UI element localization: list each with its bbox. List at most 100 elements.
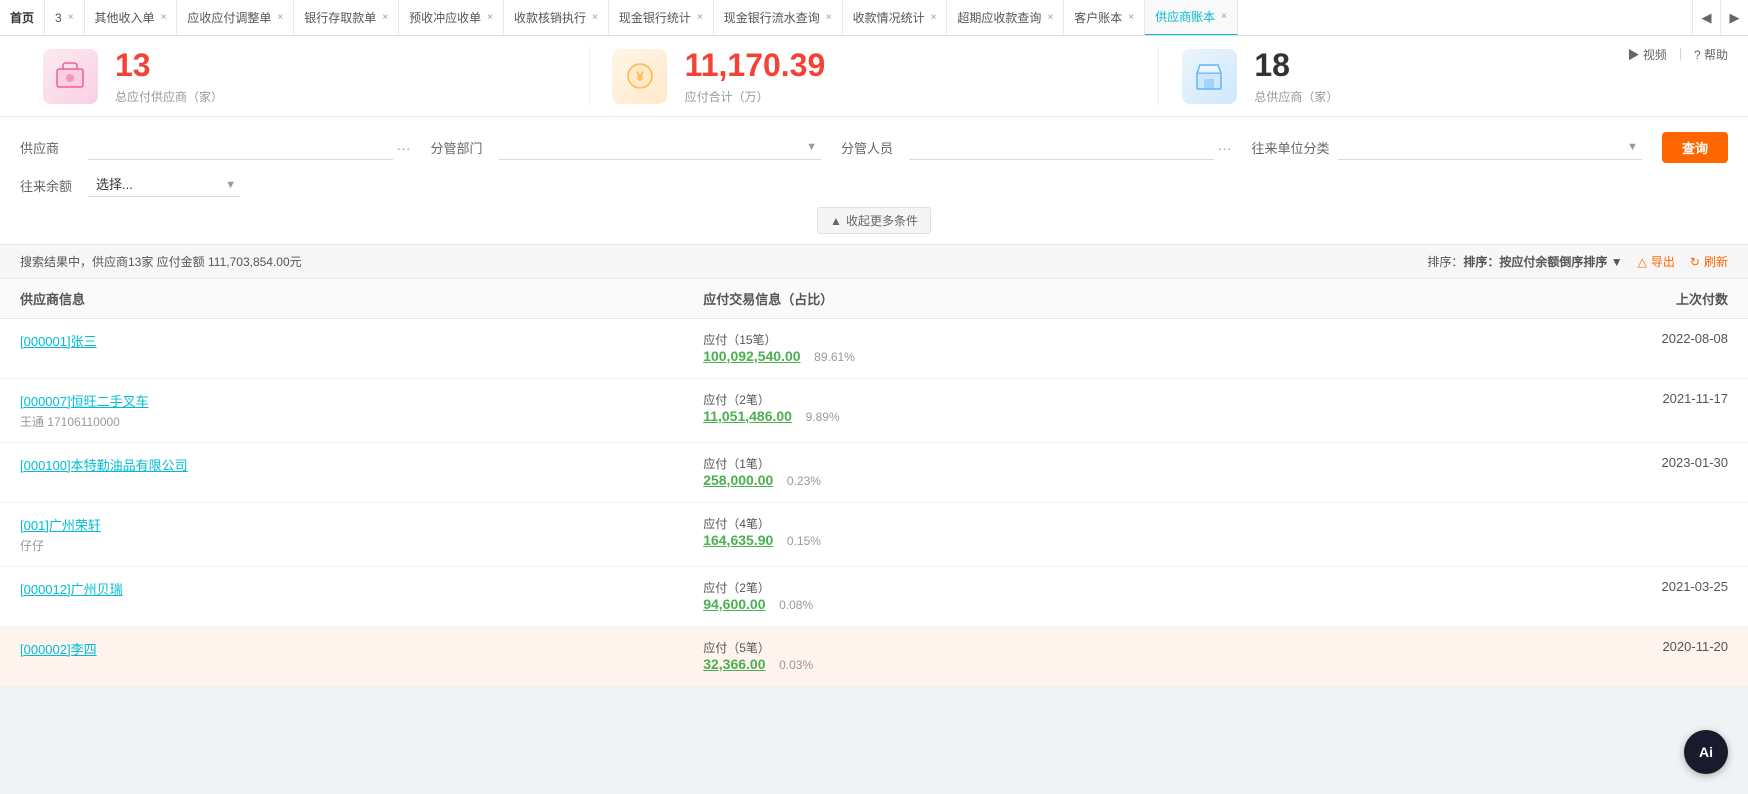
nav-tab-overdue-label: 超期应收款查询: [957, 9, 1041, 26]
close-icon[interactable]: ×: [1128, 12, 1134, 23]
transaction-info-3: 应付（4笔） 164,635.90 0.15%: [703, 515, 1386, 548]
close-icon[interactable]: ×: [592, 12, 598, 23]
tx-amount-1[interactable]: 11,051,486.00: [703, 408, 792, 424]
close-icon[interactable]: ×: [161, 12, 167, 23]
export-button[interactable]: △ 导出: [1638, 253, 1675, 270]
stat-total-suppliers-number: 18: [1254, 47, 1338, 84]
balance-select[interactable]: 选择...: [88, 173, 240, 196]
nav-tab-customer-ledger[interactable]: 客户账本 ×: [1064, 0, 1145, 36]
nav-tab-prepay-label: 预收冲应收单: [409, 9, 481, 26]
close-icon[interactable]: ×: [697, 12, 703, 23]
close-icon[interactable]: ×: [1047, 12, 1053, 23]
supplier-info-1: [000007]恒旺二手叉车 王通 17106110000: [20, 391, 703, 430]
table-row: [000001]张三 应付（15笔） 100,092,540.00 89.61%…: [0, 319, 1748, 379]
nav-tab-cash-bank-stat[interactable]: 现金银行统计 ×: [609, 0, 714, 36]
store-icon: [1179, 46, 1239, 106]
search-area: 供应商 ··· 分管部门 ▼ 分管人员 ··· 往来单位分类: [0, 117, 1748, 245]
nav-right-arrow[interactable]: ▶: [1720, 0, 1748, 36]
sort-dropdown-icon[interactable]: ▼: [1611, 255, 1623, 269]
person-input[interactable]: [909, 136, 1214, 160]
close-icon[interactable]: ×: [487, 12, 493, 23]
nav-tab-collection-label: 收款核销执行: [514, 9, 586, 26]
collapse-label: 收起更多条件: [846, 212, 918, 229]
nav-left-arrow[interactable]: ◀: [1692, 0, 1720, 36]
category-field: 往来单位分类 ▼: [1252, 136, 1643, 160]
stat-payable-suppliers-content: 13 总应付供应商（家）: [115, 47, 223, 105]
transaction-info-0: 应付（15笔） 100,092,540.00 89.61%: [703, 331, 1386, 364]
stat-payable-total-content: 11,170.39 应付合计（万）: [685, 47, 826, 105]
transaction-info-4: 应付（2笔） 94,600.00 0.08%: [703, 579, 1386, 612]
close-icon[interactable]: ×: [382, 12, 388, 23]
tx-label-3: 应付（4笔）: [703, 515, 1386, 532]
balance-field: 往来余额 选择... ▼: [20, 173, 240, 197]
nav-tab-3[interactable]: 3 ×: [45, 0, 85, 36]
nav-tab-bank-deposit-label: 银行存取款单: [304, 9, 376, 26]
supplier-link-3[interactable]: [001]广州荣轩: [20, 518, 101, 533]
category-label: 往来单位分类: [1252, 138, 1330, 157]
nav-tab-home-label: 首页: [10, 9, 34, 26]
lastpay-1: 2021-11-17: [1386, 391, 1728, 406]
stat-total-suppliers-label: 总供应商（家）: [1254, 88, 1338, 105]
nav-tab-supplier-ledger[interactable]: 供应商账本 ×: [1145, 0, 1238, 36]
refresh-label: 刷新: [1704, 253, 1728, 270]
video-link[interactable]: ▶ 视频: [1627, 46, 1666, 63]
dept-label: 分管部门: [431, 138, 491, 157]
supplier-info-5: [000002]李四: [20, 639, 703, 658]
dept-select-wrapper: ▼: [499, 136, 822, 160]
supplier-link-2[interactable]: [000100]本特勤油品有限公司: [20, 458, 188, 473]
supplier-link-5[interactable]: [000002]李四: [20, 642, 97, 657]
supplier-link-1[interactable]: [000007]恒旺二手叉车: [20, 394, 149, 409]
balance-label: 往来余额: [20, 176, 80, 195]
stats-bar: 13 总应付供应商（家） ¥ 11,170.39 应付合计（万）: [0, 36, 1748, 117]
nav-tab-overdue[interactable]: 超期应收款查询 ×: [947, 0, 1064, 36]
nav-tab-home[interactable]: 首页: [0, 0, 45, 36]
help-link[interactable]: ? 帮助: [1694, 46, 1728, 63]
nav-tab-ar-adjustment[interactable]: 应收应付调整单 ×: [177, 0, 294, 36]
tx-amount-5[interactable]: 32,366.00: [703, 656, 765, 672]
ai-badge[interactable]: Ai: [1684, 730, 1728, 774]
nav-tab-other-income[interactable]: 其他收入单 ×: [85, 0, 178, 36]
close-icon[interactable]: ×: [826, 12, 832, 23]
close-icon[interactable]: ×: [68, 12, 74, 23]
dept-field: 分管部门 ▼: [431, 136, 822, 160]
collapse-button[interactable]: ▲ 收起更多条件: [817, 207, 931, 234]
supplier-link-0[interactable]: [000001]张三: [20, 334, 97, 349]
tx-amount-3[interactable]: 164,635.90: [703, 532, 773, 548]
tx-amount-4[interactable]: 94,600.00: [703, 596, 765, 612]
sort-label: 排序：排序：按应付余额倒序排序 ▼: [1427, 253, 1622, 270]
dept-select[interactable]: [499, 136, 822, 159]
supplier-ellipsis-btn[interactable]: ···: [397, 140, 411, 156]
supplier-info-4: [000012]广州贝瑞: [20, 579, 703, 598]
table-row: [000002]李四 应付（5笔） 32,366.00 0.03% 2020-1…: [0, 627, 1748, 687]
supplier-info-0: [000001]张三: [20, 331, 703, 350]
supplier-link-4[interactable]: [000012]广州贝瑞: [20, 582, 123, 597]
category-select[interactable]: [1338, 136, 1642, 159]
tx-label-0: 应付（15笔）: [703, 331, 1386, 348]
search-button[interactable]: 查询: [1662, 132, 1728, 163]
nav-tab-bank-deposit[interactable]: 银行存取款单 ×: [294, 0, 399, 36]
supplier-info-2: [000100]本特勤油品有限公司: [20, 455, 703, 474]
lastpay-5: 2020-11-20: [1386, 639, 1728, 654]
close-icon[interactable]: ×: [277, 12, 283, 23]
supplier-info-3: [001]广州荣轩 仔仔: [20, 515, 703, 554]
close-icon[interactable]: ×: [1221, 11, 1227, 22]
tx-amount-0[interactable]: 100,092,540.00: [703, 348, 800, 364]
supplier-icon: [40, 46, 100, 106]
refresh-icon: ↻: [1690, 255, 1700, 269]
close-icon[interactable]: ×: [931, 12, 937, 23]
table-header: 供应商信息 应付交易信息（占比） 上次付数: [0, 279, 1748, 319]
tx-amount-2[interactable]: 258,000.00: [703, 472, 773, 488]
refresh-button[interactable]: ↻ 刷新: [1690, 253, 1728, 270]
nav-tab-collection-stat[interactable]: 收款情况统计 ×: [843, 0, 948, 36]
category-select-wrapper: ▼: [1338, 136, 1642, 160]
balance-select-wrapper: 选择... ▼: [88, 173, 240, 197]
person-ellipsis-btn[interactable]: ···: [1218, 140, 1232, 156]
tx-label-4: 应付（2笔）: [703, 579, 1386, 596]
nav-tab-cash-bank-flow[interactable]: 现金银行流水查询 ×: [714, 0, 843, 36]
supplier-input[interactable]: [88, 136, 393, 160]
nav-tab-prepay[interactable]: 预收冲应收单 ×: [399, 0, 504, 36]
nav-tab-collection[interactable]: 收款核销执行 ×: [504, 0, 609, 36]
nav-tab-collection-stat-label: 收款情况统计: [853, 9, 925, 26]
lastpay-4: 2021-03-25: [1386, 579, 1728, 594]
table-row: [001]广州荣轩 仔仔 应付（4笔） 164,635.90 0.15%: [0, 503, 1748, 567]
